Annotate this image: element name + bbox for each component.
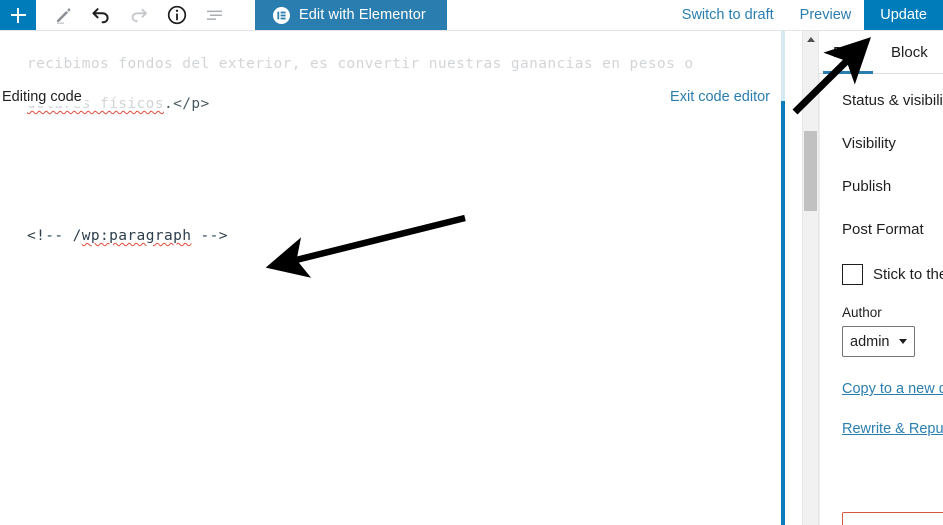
sidebar-body: Status & visibility Visibility Publish P… bbox=[819, 74, 943, 525]
stick-to-top-label: Stick to the top bbox=[873, 266, 943, 283]
exit-code-editor-link[interactable]: Exit code editor bbox=[668, 88, 772, 106]
faded-content-line-1: recibimos fondos del exterior, es conver… bbox=[27, 56, 694, 72]
faded-text-tag: .</p> bbox=[163, 96, 210, 112]
stick-to-top-row[interactable]: Stick to the top bbox=[820, 238, 943, 285]
tab-block[interactable]: Block bbox=[877, 31, 942, 73]
block-inserter-button[interactable] bbox=[0, 0, 36, 30]
chevron-down-icon bbox=[899, 339, 907, 344]
copy-to-new-draft-link[interactable]: Copy to a new draft bbox=[820, 357, 943, 397]
list-view-icon[interactable] bbox=[196, 0, 234, 30]
toolbar-icon-group bbox=[36, 0, 234, 30]
chevron-up-icon bbox=[806, 37, 815, 42]
update-button[interactable]: Update bbox=[864, 0, 943, 30]
author-select-value: admin bbox=[850, 333, 890, 350]
author-select[interactable]: admin bbox=[842, 326, 915, 357]
editor-sidebar-gap bbox=[785, 31, 802, 525]
editing-code-label: Editing code bbox=[2, 88, 85, 106]
code-line: <!-- /wp:paragraph --> bbox=[27, 228, 228, 244]
code-editor-pane[interactable]: recibimos fondos del exterior, es conver… bbox=[0, 31, 782, 525]
scrollbar-up-arrow-button[interactable] bbox=[803, 31, 818, 48]
sidebar-tabs: Post Block bbox=[819, 31, 943, 74]
plus-icon bbox=[10, 7, 26, 23]
switch-to-draft-button[interactable]: Switch to draft bbox=[669, 0, 787, 30]
editor-scrollbar[interactable] bbox=[802, 31, 819, 525]
elementor-logo-icon bbox=[273, 6, 290, 24]
preview-button[interactable]: Preview bbox=[787, 0, 865, 30]
edit-with-elementor-button[interactable]: Edit with Elementor bbox=[255, 0, 447, 30]
code-editor-textarea[interactable]: <!-- /wp:paragraph --> <p></p> <p><br cl… bbox=[27, 136, 767, 525]
wordpress-block-editor-screen: Edit with Elementor Switch to draft Prev… bbox=[0, 0, 943, 525]
author-label: Author bbox=[842, 305, 882, 320]
undo-icon[interactable] bbox=[82, 0, 120, 30]
rewrite-and-republish-link[interactable]: Rewrite & Republish bbox=[820, 397, 943, 437]
redo-icon[interactable] bbox=[120, 0, 158, 30]
info-icon[interactable] bbox=[158, 0, 196, 30]
sidebar-row-publish[interactable]: Publish bbox=[820, 152, 943, 195]
move-to-trash-button[interactable] bbox=[842, 512, 943, 525]
editor-top-right-actions: Switch to draft Preview Update bbox=[669, 0, 943, 30]
edit-with-elementor-label: Edit with Elementor bbox=[299, 7, 426, 23]
sidebar-row-post-format[interactable]: Post Format bbox=[820, 195, 943, 238]
sidebar-row-visibility[interactable]: Visibility bbox=[820, 109, 943, 152]
scrollbar-thumb[interactable] bbox=[804, 131, 817, 211]
status-and-visibility-heading[interactable]: Status & visibility bbox=[820, 74, 943, 109]
pencil-icon[interactable] bbox=[44, 0, 82, 30]
post-settings-sidebar: Post Block Status & visibility Visibilit… bbox=[819, 31, 943, 525]
stick-to-top-checkbox[interactable] bbox=[842, 264, 863, 285]
tab-post[interactable]: Post bbox=[819, 31, 877, 74]
